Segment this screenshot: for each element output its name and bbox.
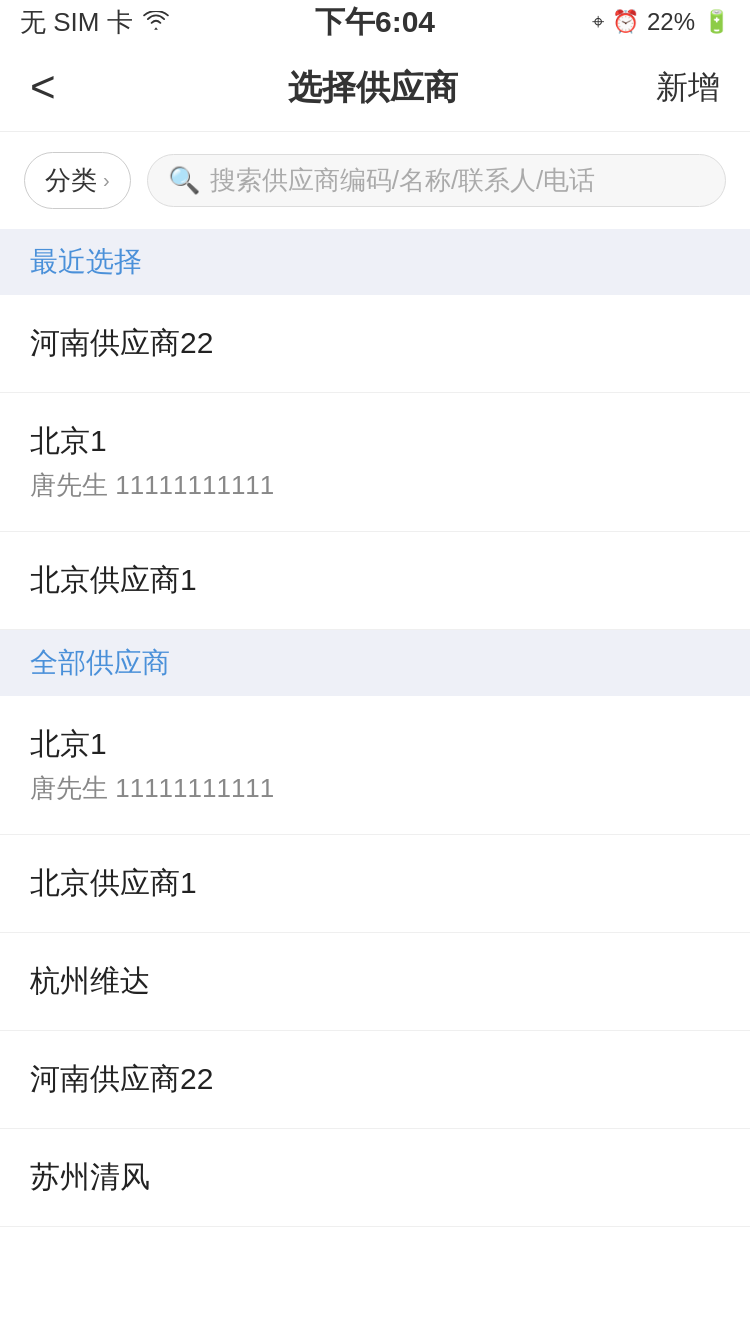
category-label: 分类 [45,163,97,198]
supplier-name: 北京供应商1 [30,560,720,601]
battery-icon: 🔋 [703,9,730,35]
status-right: ⌖ ⏰ 22% 🔋 [592,8,730,36]
wifi-icon [141,7,171,38]
list-item[interactable]: 北京供应商1 [0,532,750,630]
supplier-name: 杭州维达 [30,961,720,1002]
recent-list: 河南供应商22 北京1 唐先生 11111111111 北京供应商1 [0,295,750,630]
status-left: 无 SIM 卡 [20,5,171,40]
page-title: 选择供应商 [288,65,458,111]
supplier-name: 苏州清风 [30,1157,720,1198]
filter-bar: 分类 › 🔍 [0,132,750,229]
supplier-detail: 唐先生 11111111111 [30,468,720,503]
no-sim-label: 无 SIM 卡 [20,5,133,40]
search-icon: 🔍 [168,165,200,196]
chevron-right-icon: › [103,169,110,192]
recent-section-label: 最近选择 [30,246,142,277]
search-box: 🔍 [147,154,726,207]
list-item[interactable]: 苏州清风 [0,1129,750,1227]
add-button[interactable]: 新增 [656,66,720,110]
list-item[interactable]: 北京1 唐先生 11111111111 [0,393,750,532]
list-item[interactable]: 河南供应商22 [0,295,750,393]
category-button[interactable]: 分类 › [24,152,131,209]
status-bar: 无 SIM 卡 下午6:04 ⌖ ⏰ 22% 🔋 [0,0,750,44]
supplier-name: 北京1 [30,421,720,462]
supplier-name: 北京1 [30,724,720,765]
supplier-detail: 唐先生 11111111111 [30,771,720,806]
recent-section-header: 最近选择 [0,229,750,295]
all-suppliers-list: 北京1 唐先生 11111111111 北京供应商1 杭州维达河南供应商22 苏州清… [0,696,750,1227]
list-item[interactable]: 河南供应商22 [0,1031,750,1129]
battery-label: 22% [647,8,695,36]
list-item[interactable]: 北京1 唐先生 11111111111 [0,696,750,835]
location-icon: ⌖ [592,9,604,35]
supplier-name: 北京供应商1 [30,863,720,904]
all-section-header: 全部供应商 [0,630,750,696]
supplier-name: 河南供应商22 [30,323,720,364]
supplier-name: 河南供应商22 [30,1059,720,1100]
status-time: 下午6:04 [315,2,435,43]
search-input[interactable] [210,165,705,196]
list-item[interactable]: 杭州维达 [0,933,750,1031]
list-item[interactable]: 北京供应商1 [0,835,750,933]
all-section-label: 全部供应商 [30,647,170,678]
nav-bar: < 选择供应商 新增 [0,44,750,132]
back-button[interactable]: < [30,65,90,111]
alarm-icon: ⏰ [612,9,639,35]
